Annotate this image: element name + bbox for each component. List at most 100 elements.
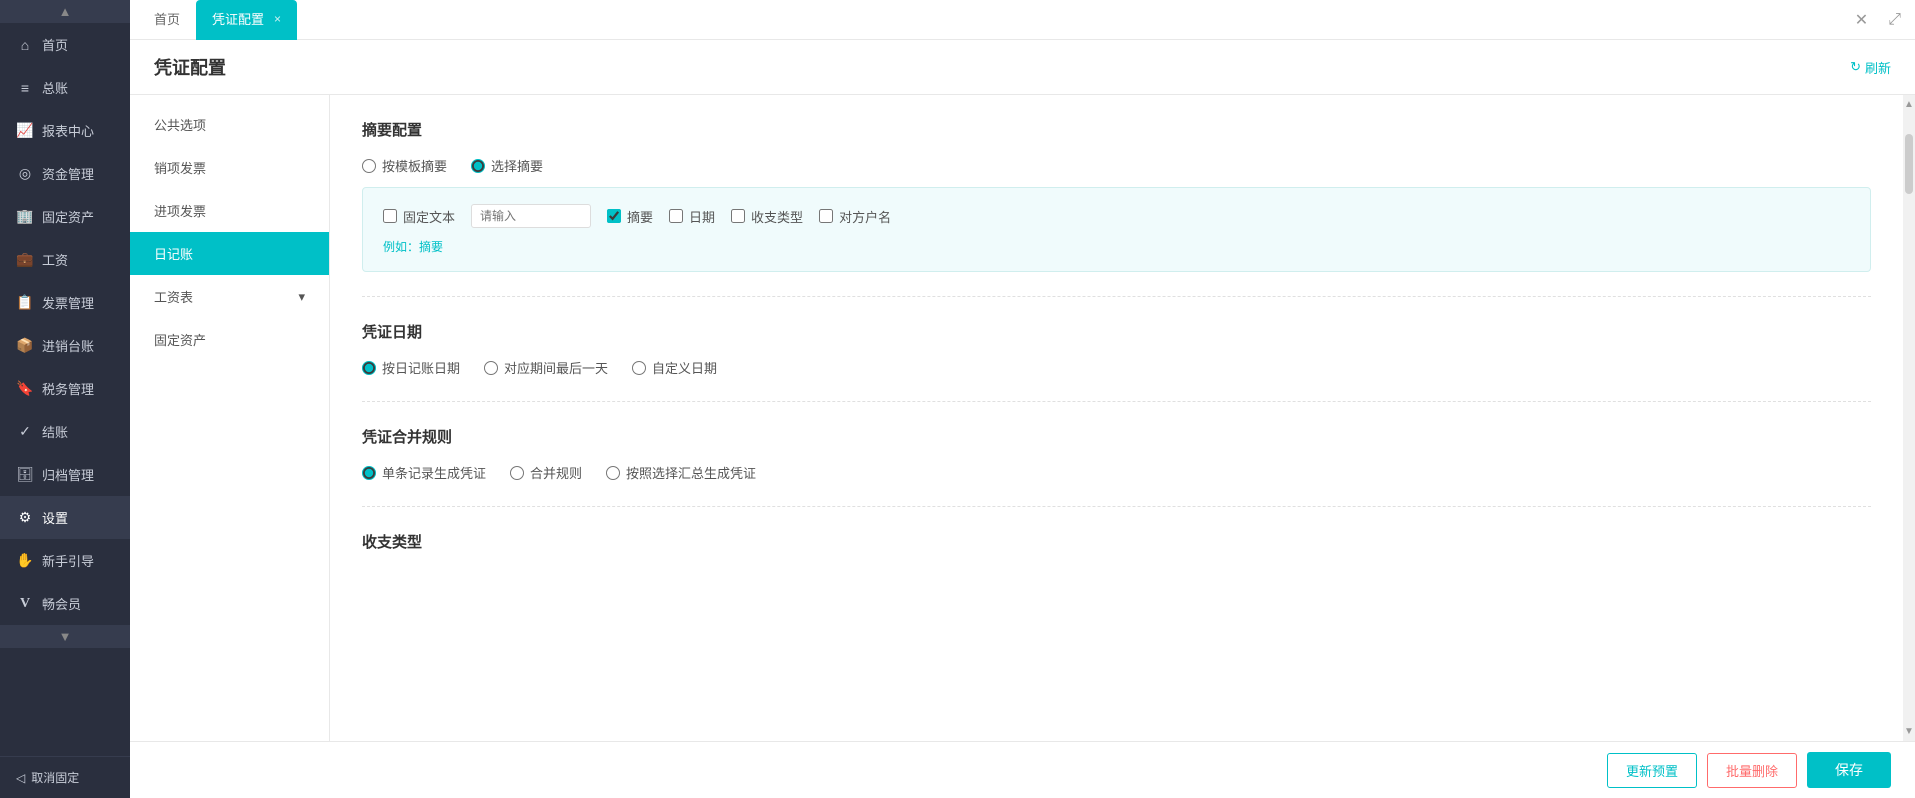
sidebar-item-invoice[interactable]: 📋 发票管理 <box>0 281 130 324</box>
date-radio-journal[interactable]: 按日记账日期 <box>362 358 460 377</box>
sidebar-item-ledger[interactable]: ≡ 总账 <box>0 66 130 109</box>
scrollbar-track[interactable]: ▲ ▼ <box>1903 95 1915 741</box>
left-menu-item-purchase[interactable]: 进项发票 <box>130 189 329 232</box>
sidebar-item-assets[interactable]: 🏢 固定资产 <box>0 195 130 238</box>
merge-radio-group: 单条记录生成凭证 合并规则 按照选择汇总生成凭证 <box>362 463 1871 482</box>
inout-icon: 📦 <box>16 337 34 354</box>
summary-radio-template[interactable]: 按模板摘要 <box>362 156 447 175</box>
sidebar-item-vip[interactable]: V 畅会员 <box>0 582 130 625</box>
sidebar-scroll-up[interactable]: ▲ <box>0 0 130 23</box>
checkbox-date[interactable]: 日期 <box>669 207 715 226</box>
tab-bar-actions: ✕ ⤢ <box>1849 8 1907 32</box>
chevron-down-icon: ▾ <box>298 289 305 305</box>
checkbox-counterpart-input[interactable] <box>819 209 833 223</box>
closing-icon: ✓ <box>16 423 34 440</box>
tab-voucher-config[interactable]: 凭证配置 × <box>196 0 297 40</box>
date-radio-custom-input[interactable] <box>632 361 646 375</box>
checkbox-counterpart[interactable]: 对方户名 <box>819 207 891 226</box>
income-type-section: 收支类型 <box>362 531 1871 592</box>
fixed-text-input[interactable] <box>471 204 591 228</box>
checkbox-fixed-text[interactable]: 固定文本 <box>383 207 455 226</box>
summary-section: 摘要配置 按模板摘要 选择摘要 <box>362 119 1871 297</box>
sidebar-item-closing[interactable]: ✓ 结账 <box>0 410 130 453</box>
merge-radio-rule-input[interactable] <box>510 466 524 480</box>
guide-icon: ✋ <box>16 552 34 569</box>
update-preview-button[interactable]: 更新预置 <box>1607 753 1697 788</box>
left-menu-item-payroll-table[interactable]: 工资表 ▾ <box>130 275 329 318</box>
scrollbar-thumb[interactable] <box>1905 134 1913 194</box>
summary-checkbox-row: 固定文本 摘要 日期 <box>383 204 1850 228</box>
merge-radio-single[interactable]: 单条记录生成凭证 <box>362 463 486 482</box>
date-section-title: 凭证日期 <box>362 321 1871 342</box>
refresh-button[interactable]: ↻ 刷新 <box>1850 58 1891 77</box>
pin-icon: ◁ <box>16 771 25 785</box>
tax-icon: 🔖 <box>16 380 34 397</box>
home-icon: ⌂ <box>16 37 34 53</box>
sidebar-item-report[interactable]: 📈 报表中心 <box>0 109 130 152</box>
sidebar-unpin-button[interactable]: ◁ 取消固定 <box>0 756 130 798</box>
tab-close-button[interactable]: × <box>274 12 281 26</box>
merge-radio-select-input[interactable] <box>606 466 620 480</box>
checkbox-summary-input[interactable] <box>607 209 621 223</box>
content-wrapper: 公共选项 销项发票 进项发票 日记账 工资表 ▾ 固定资产 <box>130 95 1915 741</box>
settings-icon: ⚙ <box>16 509 34 526</box>
tab-bar: 首页 凭证配置 × ✕ ⤢ <box>130 0 1915 40</box>
window-resize-button[interactable]: ⤢ <box>1882 9 1907 31</box>
sidebar-item-archive[interactable]: 🗄 归档管理 <box>0 453 130 496</box>
sidebar: ▲ ⌂ 首页 ≡ 总账 📈 报表中心 ◎ 资金管理 🏢 固定资产 💼 工资 📋 … <box>0 0 130 798</box>
assets-icon: 🏢 <box>16 208 34 225</box>
merge-radio-single-input[interactable] <box>362 466 376 480</box>
merge-radio-rule[interactable]: 合并规则 <box>510 463 582 482</box>
date-radio-journal-input[interactable] <box>362 361 376 375</box>
summary-radio-select-input[interactable] <box>471 159 485 173</box>
checkbox-income-type[interactable]: 收支类型 <box>731 207 803 226</box>
page-header: 凭证配置 ↻ 刷新 <box>130 40 1915 95</box>
sidebar-item-tax[interactable]: 🔖 税务管理 <box>0 367 130 410</box>
left-menu-item-fixed-assets[interactable]: 固定资产 <box>130 318 329 361</box>
example-text: 例如：摘要 <box>383 238 1850 255</box>
date-radio-period-input[interactable] <box>484 361 498 375</box>
date-radio-group: 按日记账日期 对应期间最后一天 自定义日期 <box>362 358 1871 377</box>
date-section: 凭证日期 按日记账日期 对应期间最后一天 自定义日期 <box>362 321 1871 402</box>
window-close-button[interactable]: ✕ <box>1849 8 1874 32</box>
date-radio-period[interactable]: 对应期间最后一天 <box>484 358 608 377</box>
ledger-icon: ≡ <box>16 80 34 96</box>
payroll-icon: 💼 <box>16 251 34 268</box>
tab-home[interactable]: 首页 <box>138 0 196 40</box>
checkbox-summary[interactable]: 摘要 <box>607 207 653 226</box>
date-radio-custom[interactable]: 自定义日期 <box>632 358 717 377</box>
summary-config-box: 固定文本 摘要 日期 <box>362 187 1871 272</box>
page-content: 凭证配置 ↻ 刷新 公共选项 销项发票 进项发票 日记账 <box>130 40 1915 798</box>
sidebar-item-home[interactable]: ⌂ 首页 <box>0 23 130 66</box>
checkbox-fixed-text-input[interactable] <box>383 209 397 223</box>
sidebar-item-inout[interactable]: 📦 进销台账 <box>0 324 130 367</box>
report-icon: 📈 <box>16 122 34 139</box>
sidebar-item-funds[interactable]: ◎ 资金管理 <box>0 152 130 195</box>
merge-section-title: 凭证合并规则 <box>362 426 1871 447</box>
left-menu-item-public[interactable]: 公共选项 <box>130 103 329 146</box>
left-menu-item-journal[interactable]: 日记账 <box>130 232 329 275</box>
summary-radio-select[interactable]: 选择摘要 <box>471 156 543 175</box>
funds-icon: ◎ <box>16 165 34 182</box>
summary-radio-template-input[interactable] <box>362 159 376 173</box>
sidebar-item-settings[interactable]: ⚙ 设置 <box>0 496 130 539</box>
main-area: 首页 凭证配置 × ✕ ⤢ 凭证配置 ↻ 刷新 公共选项 <box>130 0 1915 798</box>
checkbox-income-type-input[interactable] <box>731 209 745 223</box>
merge-section: 凭证合并规则 单条记录生成凭证 合并规则 按照选择汇总生成凭证 <box>362 426 1871 507</box>
right-panel: 摘要配置 按模板摘要 选择摘要 <box>330 95 1903 741</box>
refresh-icon: ↻ <box>1850 59 1861 75</box>
merge-radio-select[interactable]: 按照选择汇总生成凭证 <box>606 463 756 482</box>
summary-radio-group: 按模板摘要 选择摘要 <box>362 156 1871 175</box>
archive-icon: 🗄 <box>16 466 34 483</box>
sidebar-item-payroll[interactable]: 💼 工资 <box>0 238 130 281</box>
save-button[interactable]: 保存 <box>1807 752 1891 788</box>
sidebar-item-guide[interactable]: ✋ 新手引导 <box>0 539 130 582</box>
bottom-bar: 更新预置 批量删除 保存 <box>130 741 1915 798</box>
page-title: 凭证配置 <box>154 54 226 80</box>
income-type-section-title: 收支类型 <box>362 531 1871 552</box>
checkbox-date-input[interactable] <box>669 209 683 223</box>
sidebar-scroll-down[interactable]: ▼ <box>0 625 130 648</box>
batch-delete-button[interactable]: 批量删除 <box>1707 753 1797 788</box>
left-menu-item-sales[interactable]: 销项发票 <box>130 146 329 189</box>
invoice-icon: 📋 <box>16 294 34 311</box>
